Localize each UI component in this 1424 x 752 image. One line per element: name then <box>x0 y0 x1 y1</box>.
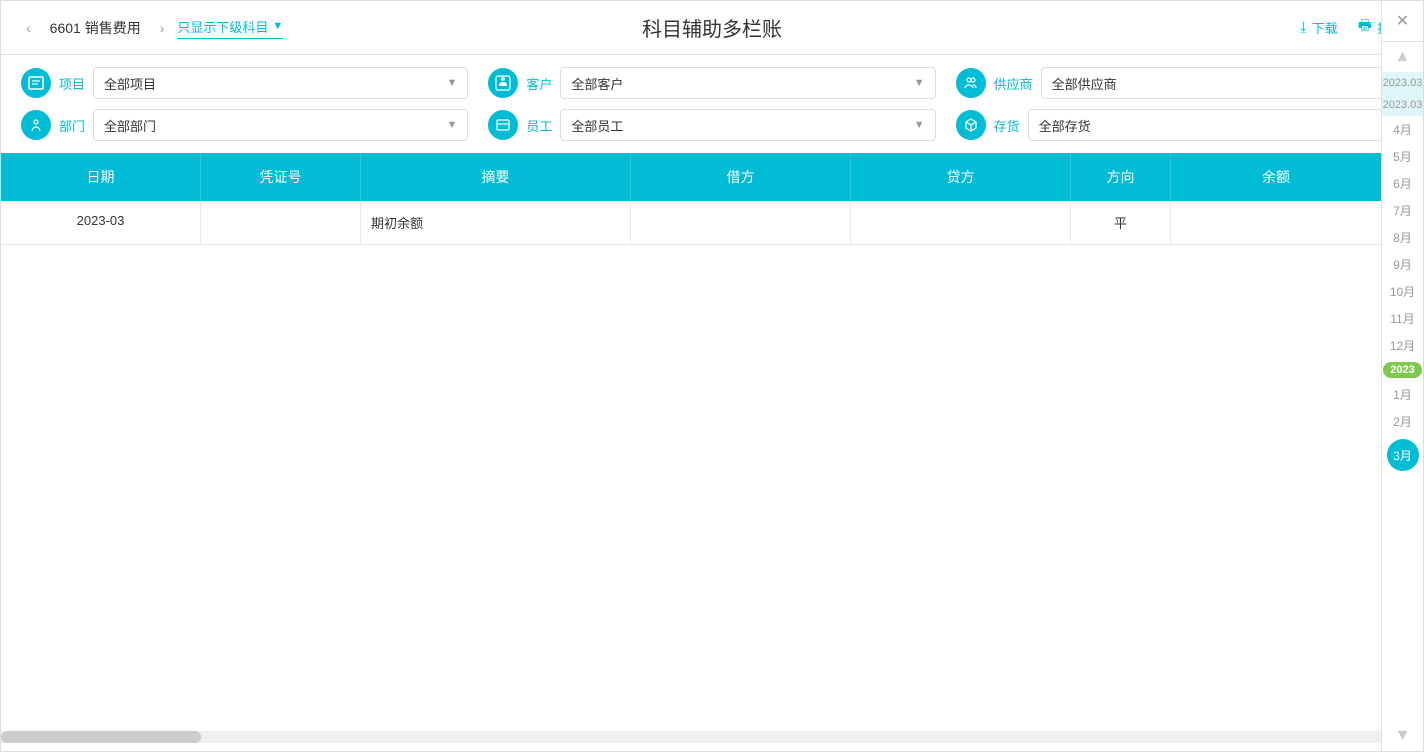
employee-icon <box>488 110 518 140</box>
sidebar-months: 2023.03 2023.03 4月 5月 6月 7月 8月 9月 10月 11… <box>1382 72 1423 475</box>
inventory-select[interactable]: 全部存货 ▼ <box>1028 109 1403 141</box>
customer-select[interactable]: 全部客户 ▼ <box>560 67 935 99</box>
col-voucher: 凭证号 <box>201 153 361 201</box>
department-dropdown-icon: ▼ <box>446 119 457 131</box>
year-badge: 2023 <box>1383 362 1421 378</box>
col-debit: 借方 <box>631 153 851 201</box>
main-container: ‹ 6601 销售费用 › 只显示下级科目 ▼ 科目辅助多栏账 ⤓ 下载 🖶 打… <box>0 0 1424 752</box>
col-balance: 余额 <box>1171 153 1381 201</box>
sidebar-month-6[interactable]: 6月 <box>1382 170 1423 197</box>
sidebar-month-9[interactable]: 9月 <box>1382 251 1423 278</box>
table-body: 2023-03 期初余额 平 <box>1 201 1423 245</box>
project-filter: 项目 全部项目 ▼ <box>21 67 468 99</box>
cell-credit <box>851 201 1071 244</box>
sidebar-month-2023-03-a[interactable]: 2023.03 <box>1382 72 1423 94</box>
filter-row-2: 部门 全部部门 ▼ 员工 全部员工 ▼ 存货 <box>21 109 1403 141</box>
col-direction: 方向 <box>1071 153 1171 201</box>
inventory-filter: 存货 全部存货 ▼ <box>956 109 1403 141</box>
col-date: 日期 <box>1 153 201 201</box>
sidebar-month-2023-03-b[interactable]: 2023.03 <box>1382 94 1423 116</box>
cell-voucher <box>201 201 361 244</box>
show-sub-arrow-icon: ▼ <box>272 20 283 32</box>
cell-date: 2023-03 <box>1 201 201 244</box>
header-left: ‹ 6601 销售费用 › 只显示下级科目 ▼ <box>21 16 283 40</box>
sidebar-month-5[interactable]: 5月 <box>1382 143 1423 170</box>
next-account-button[interactable]: › <box>155 18 170 38</box>
year-badge-container: 2023 <box>1383 359 1421 381</box>
show-sub-dropdown[interactable]: 只显示下级科目 ▼ <box>177 17 283 39</box>
sidebar-month-1[interactable]: 1月 <box>1382 381 1423 408</box>
customer-icon <box>488 68 518 98</box>
close-icon: ✕ <box>1396 11 1409 31</box>
project-select[interactable]: 全部项目 ▼ <box>93 67 468 99</box>
employee-select[interactable]: 全部员工 ▼ <box>560 109 935 141</box>
table-header: 日期 凭证号 摘要 借方 贷方 方向 余额 <box>1 153 1423 201</box>
employee-dropdown-icon: ▼ <box>914 119 925 131</box>
sidebar-month-4[interactable]: 4月 <box>1382 116 1423 143</box>
inventory-icon <box>956 110 986 140</box>
scrollbar-track[interactable] <box>1 731 1381 743</box>
sidebar-month-12[interactable]: 12月 <box>1382 332 1423 359</box>
table-row[interactable]: 2023-03 期初余额 平 <box>1 201 1423 245</box>
project-dropdown-icon: ▼ <box>446 77 457 89</box>
employee-filter: 员工 全部员工 ▼ <box>488 109 935 141</box>
cell-direction: 平 <box>1071 201 1171 244</box>
download-icon: ⤓ <box>1300 19 1307 36</box>
scrollbar-thumb[interactable] <box>1 731 201 743</box>
customer-dropdown-icon: ▼ <box>914 77 925 89</box>
table-wrapper: 日期 凭证号 摘要 借方 贷方 方向 余额 2023-03 期初余额 平 <box>1 153 1423 245</box>
sidebar-active-month-container: 3月 <box>1387 435 1419 475</box>
col-summary: 摘要 <box>361 153 631 201</box>
sidebar-month-10[interactable]: 10月 <box>1382 278 1423 305</box>
department-filter: 部门 全部部门 ▼ <box>21 109 468 141</box>
cell-balance <box>1171 201 1381 244</box>
cell-summary: 期初余额 <box>361 201 631 244</box>
sidebar-month-11[interactable]: 11月 <box>1382 305 1423 332</box>
filter-row-1: 项目 全部项目 ▼ 客户 全部客户 ▼ 供应 <box>21 67 1403 99</box>
sidebar-month-2[interactable]: 2月 <box>1382 408 1423 435</box>
col-credit: 贷方 <box>851 153 1071 201</box>
supplier-select[interactable]: 全部供应商 ▼ <box>1041 67 1403 99</box>
cell-debit <box>631 201 851 244</box>
sidebar-month-8[interactable]: 8月 <box>1382 224 1423 251</box>
header: ‹ 6601 销售费用 › 只显示下级科目 ▼ 科目辅助多栏账 ⤓ 下载 🖶 打… <box>1 1 1423 55</box>
sidebar-month-3-active[interactable]: 3月 <box>1387 439 1419 471</box>
prev-account-button[interactable]: ‹ <box>21 18 36 38</box>
project-icon <box>21 68 51 98</box>
account-code: 6601 销售费用 <box>44 16 147 40</box>
page-title: 科目辅助多栏账 <box>642 13 782 42</box>
department-icon <box>21 110 51 140</box>
sidebar-month-7[interactable]: 7月 <box>1382 197 1423 224</box>
close-button[interactable]: ✕ <box>1382 1 1423 42</box>
customer-filter: 客户 全部客户 ▼ <box>488 67 935 99</box>
filters-panel: 项目 全部项目 ▼ 客户 全部客户 ▼ 供应 <box>1 55 1423 153</box>
sidebar-scroll-down-button[interactable]: ▼ <box>1395 721 1411 751</box>
department-select[interactable]: 全部部门 ▼ <box>93 109 468 141</box>
print-icon: 🖶 <box>1358 15 1372 40</box>
sidebar-scroll-up-button[interactable]: ▲ <box>1395 42 1411 72</box>
supplier-filter: 供应商 全部供应商 ▼ <box>956 67 1403 99</box>
download-button[interactable]: ⤓ 下载 <box>1300 18 1338 37</box>
supplier-icon <box>956 68 986 98</box>
right-sidebar: ✕ ▲ 2023.03 2023.03 4月 5月 6月 7月 8月 9月 10… <box>1381 1 1423 751</box>
